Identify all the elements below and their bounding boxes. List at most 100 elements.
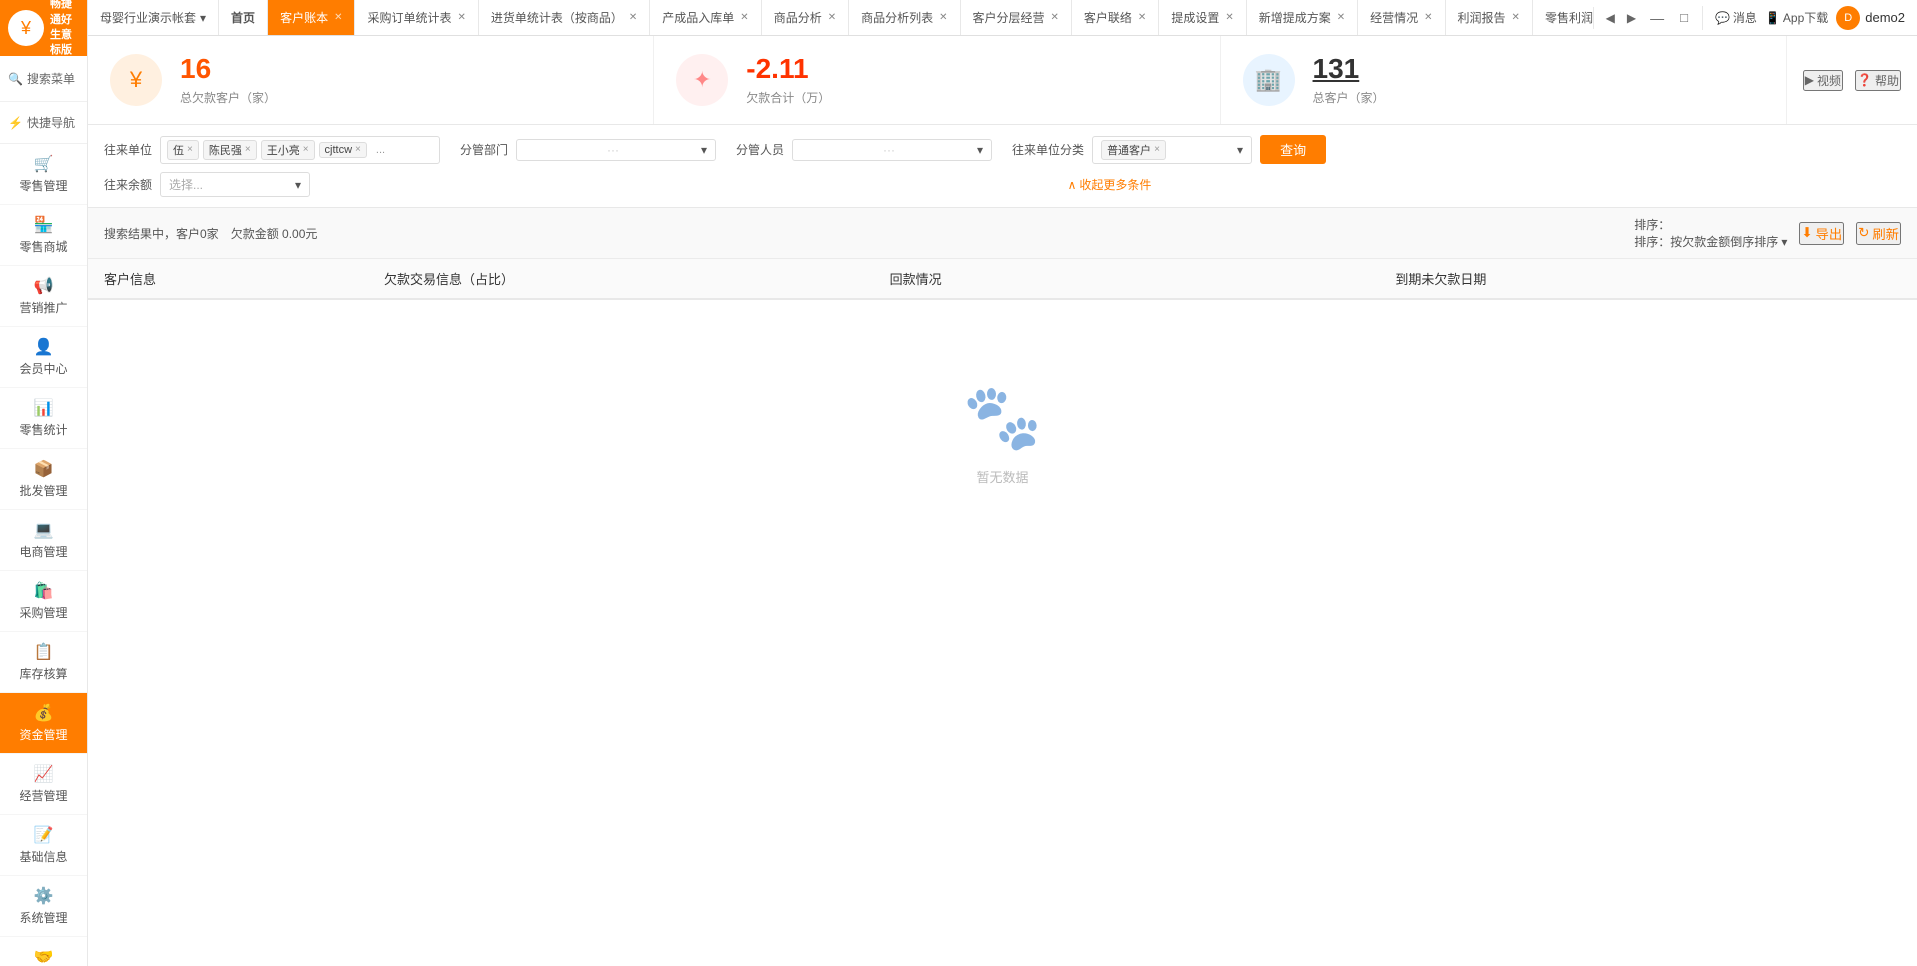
stat-icon-credit: ¥: [108, 52, 164, 108]
sidebar-search-section: 🔍 搜索菜单: [0, 56, 87, 102]
tab-close-goods-inbound-stats[interactable]: ✕: [629, 12, 637, 23]
user-actions: 💬 消息 📱 App下载 D demo2: [1702, 6, 1917, 30]
topnav: 母婴行业演示帐套 ▾ 首页客户账本✕采购订单统计表✕进货单统计表（按商品）✕产成…: [88, 0, 1917, 36]
unit-tag-wang-close[interactable]: ×: [303, 144, 309, 155]
topnav-tab-profit-report[interactable]: 利润报告✕: [1446, 0, 1533, 35]
tab-label-retail-profit: 零售利润(: [1545, 9, 1593, 26]
sidebar-icon-member-center: 👤: [34, 337, 54, 357]
unit-tags-input[interactable]: 伍 × 陈民强 × 王小亮 × cjttcw × ...: [160, 136, 440, 164]
sidebar-item-system[interactable]: ⚙️ 系统管理: [0, 876, 87, 937]
sidebar-label-marketing: 营销推广: [19, 299, 67, 316]
sidebar-label-basic-info: 基础信息: [19, 848, 67, 865]
play-icon: ▶: [1805, 73, 1814, 87]
sort-select-button[interactable]: 排序：按欠款金额倒序排序 ▾: [1634, 233, 1787, 250]
search-menu-button[interactable]: 🔍 搜索菜单: [8, 66, 79, 91]
topnav-tab-retail-profit[interactable]: 零售利润(✕: [1533, 0, 1593, 35]
topnav-tab-add-tips-plan[interactable]: 新增提成方案✕: [1247, 0, 1358, 35]
dept-select[interactable]: ··· ▾: [516, 139, 716, 161]
dept-filter-label: 分管部门: [460, 141, 508, 158]
unit-tag-wang: 王小亮 ×: [261, 140, 315, 160]
sidebar-item-operation[interactable]: 📈 经营管理: [0, 754, 87, 815]
help-button[interactable]: ❓ 帮助: [1855, 70, 1901, 91]
topnav-tab-home[interactable]: 首页: [219, 0, 268, 35]
tab-prev-button[interactable]: ◀: [1602, 8, 1619, 28]
tab-close-goods-analysis-list[interactable]: ✕: [939, 12, 947, 23]
sidebar-label-member-center: 会员中心: [19, 360, 67, 377]
quick-nav-button[interactable]: ⚡ 快捷导航: [8, 110, 79, 135]
topnav-tab-customer-account[interactable]: 客户账本✕: [268, 0, 355, 35]
tab-close-add-tips-plan[interactable]: ✕: [1337, 12, 1345, 23]
topnav-tab-customer-tier[interactable]: 客户分层经营✕: [961, 0, 1072, 35]
topnav-tab-goods-analysis[interactable]: 商品分析✕: [762, 0, 849, 35]
export-button[interactable]: ⬇ 导出: [1799, 222, 1844, 245]
sidebar-item-inventory[interactable]: 📋 库存核算: [0, 632, 87, 693]
maximize-button[interactable]: □: [1674, 7, 1694, 28]
sidebar-item-member-center[interactable]: 👤 会员中心: [0, 327, 87, 388]
topnav-tab-customer-contact[interactable]: 客户联络✕: [1072, 0, 1159, 35]
minimize-button[interactable]: —: [1644, 7, 1670, 29]
stat-icon-amount: ✦: [674, 52, 730, 108]
sidebar: ¥ 畅捷通好生意 标版 🔍 搜索菜单 ⚡ 快捷导航 🛒 零售管理 🏪 零售商城 …: [0, 0, 88, 966]
tab-next-button[interactable]: ▶: [1623, 8, 1640, 28]
unit-category-select[interactable]: 普通客户 × ▾: [1092, 136, 1252, 164]
sidebar-label-finance: 资金管理: [19, 726, 67, 743]
topnav-tab-purchase-order-stats[interactable]: 采购订单统计表✕: [355, 0, 478, 35]
tab-close-operation-status[interactable]: ✕: [1424, 12, 1432, 23]
sidebar-item-purchase[interactable]: 🛍️ 采购管理: [0, 571, 87, 632]
message-button[interactable]: 💬 消息: [1715, 9, 1757, 26]
tab-label-operation-status: 经营情况: [1370, 9, 1418, 26]
sidebar-item-enterprise[interactable]: 🤝 企业协同: [0, 937, 87, 966]
tab-close-purchase-order-stats[interactable]: ✕: [457, 12, 465, 23]
workspace-dropdown[interactable]: 母婴行业演示帐套 ▾: [88, 0, 219, 35]
topnav-tab-operation-status[interactable]: 经营情况 ✕: [1358, 0, 1445, 35]
unit-tag-cjttcw-close[interactable]: ×: [355, 144, 361, 155]
sidebar-icon-basic-info: 📝: [34, 825, 54, 845]
unit-tag-more[interactable]: ...: [371, 143, 390, 157]
sidebar-item-retail-stats[interactable]: 📊 零售统计: [0, 388, 87, 449]
sidebar-item-retail-mgmt[interactable]: 🛒 零售管理: [0, 144, 87, 205]
sidebar-icon-retail-mall: 🏪: [34, 215, 54, 235]
tab-label-goods-analysis-list: 商品分析列表: [861, 9, 933, 26]
sidebar-item-finance[interactable]: 💰 资金管理: [0, 693, 87, 754]
table-header: 客户信息 欠款交易信息（占比） 回款情况 到期未欠款日期: [88, 259, 1917, 300]
stats-bar: ¥ 16 总欠款客户（家） ✦ -2.11 欠款合计（万） 🏢 131 总客户（…: [88, 36, 1917, 125]
sidebar-item-ecommerce[interactable]: 💻 电商管理: [0, 510, 87, 571]
sidebar-item-basic-info[interactable]: 📝 基础信息: [0, 815, 87, 876]
collapse-button[interactable]: ∧ 收起更多条件: [1068, 176, 1152, 193]
video-help-button[interactable]: ▶ 视频: [1803, 70, 1843, 91]
app-download-button[interactable]: 📱 App下载: [1765, 9, 1828, 26]
tab-close-product-inbound[interactable]: ✕: [740, 12, 748, 23]
sidebar-icon-retail-stats: 📊: [34, 398, 54, 418]
unit-tag-wu: 伍 ×: [167, 140, 199, 160]
person-filter-label: 分管人员: [736, 141, 784, 158]
person-select[interactable]: ··· ▾: [792, 139, 992, 161]
topnav-tab-tips-settings[interactable]: 提成设置✕: [1159, 0, 1246, 35]
tab-close-customer-tier[interactable]: ✕: [1051, 12, 1059, 23]
unit-tag-chen-close[interactable]: ×: [245, 144, 251, 155]
sidebar-item-retail-mall[interactable]: 🏪 零售商城: [0, 205, 87, 266]
query-button[interactable]: 查询: [1260, 135, 1326, 164]
user-profile[interactable]: D demo2: [1836, 6, 1905, 30]
balance-select[interactable]: 选择... ▾: [160, 172, 310, 197]
sidebar-label-retail-mgmt: 零售管理: [19, 177, 67, 194]
tab-close-tips-settings[interactable]: ✕: [1225, 12, 1233, 23]
category-tag-close[interactable]: ×: [1154, 144, 1160, 155]
sidebar-item-batch-mgmt[interactable]: 📦 批发管理: [0, 449, 87, 510]
sidebar-icon-finance: 💰: [34, 703, 54, 723]
tab-close-profit-report[interactable]: ✕: [1512, 12, 1520, 23]
sidebar-icon-retail-mgmt: 🛒: [34, 154, 54, 174]
table-area: 客户信息 欠款交易信息（占比） 回款情况 到期未欠款日期 🐾 暂无数据: [88, 259, 1917, 966]
topnav-tab-product-inbound[interactable]: 产成品入库单✕: [650, 0, 761, 35]
refresh-button[interactable]: ↻ 刷新: [1856, 222, 1901, 245]
tab-close-goods-analysis[interactable]: ✕: [828, 12, 836, 23]
tab-close-customer-contact[interactable]: ✕: [1138, 12, 1146, 23]
stat-credit-customers: ¥ 16 总欠款客户（家）: [88, 36, 654, 124]
topnav-tab-goods-analysis-list[interactable]: 商品分析列表 ✕: [849, 0, 960, 35]
search-result-label: 搜索结果中，客户0家: [104, 225, 219, 242]
sidebar-logo[interactable]: ¥ 畅捷通好生意 标版: [0, 0, 87, 56]
unit-tag-wu-close[interactable]: ×: [187, 144, 193, 155]
tab-close-customer-account[interactable]: ✕: [334, 12, 342, 23]
sidebar-item-marketing[interactable]: 📢 营销推广: [0, 266, 87, 327]
topnav-tab-goods-inbound-stats[interactable]: 进货单统计表（按商品）✕: [479, 0, 650, 35]
table-toolbar-left: 搜索结果中，客户0家 欠款金额 0.00元: [104, 225, 317, 242]
